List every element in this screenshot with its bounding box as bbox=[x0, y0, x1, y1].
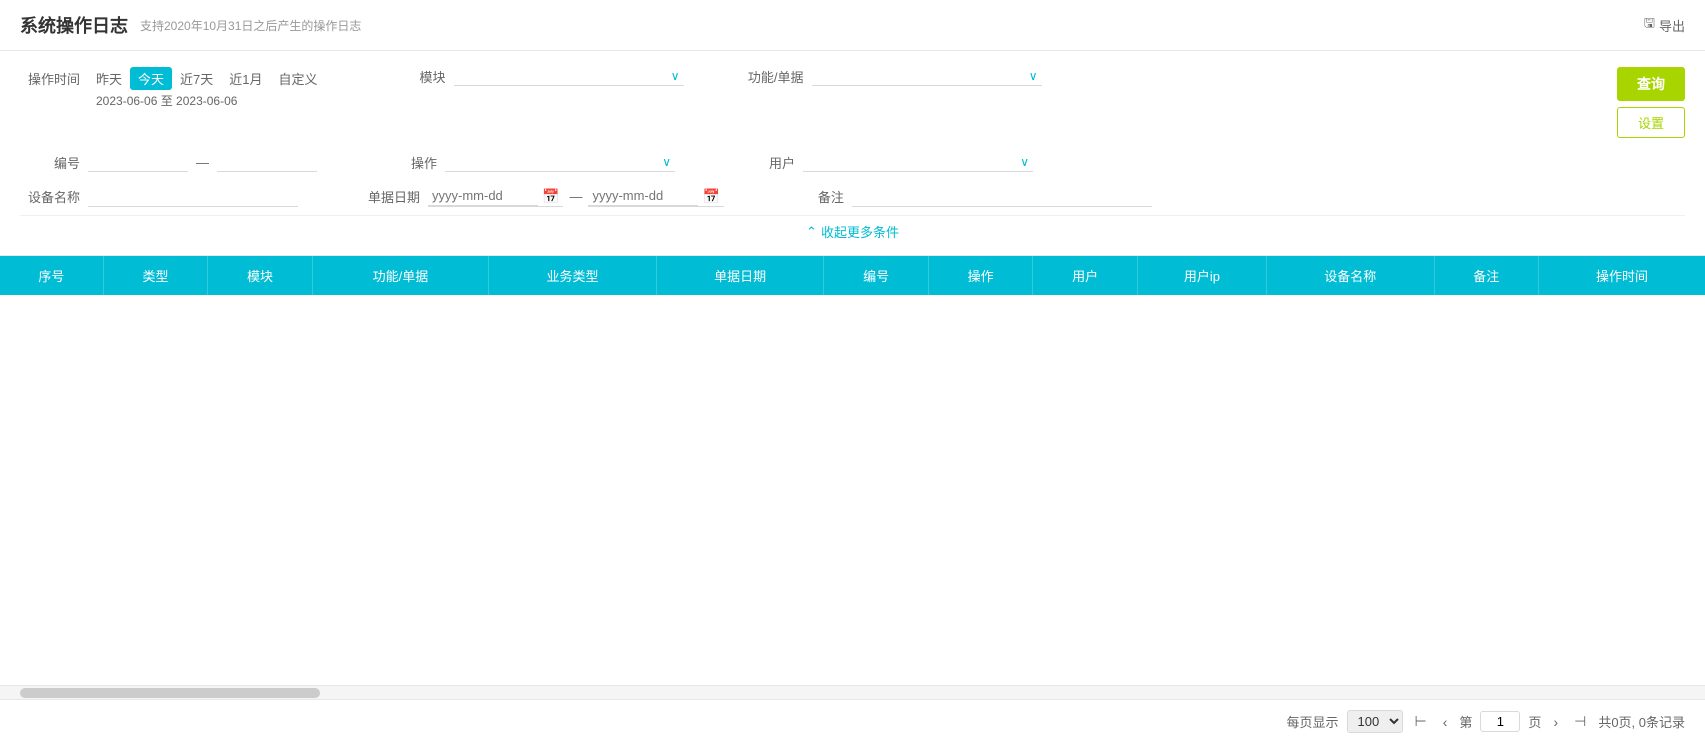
date-start-input[interactable] bbox=[428, 186, 538, 206]
time-btn-1month[interactable]: 近1月 bbox=[221, 67, 270, 90]
col-op-time: 操作时间 bbox=[1539, 256, 1705, 295]
total-info: 共0页, 0条记录 bbox=[1598, 712, 1685, 731]
per-page-select[interactable]: 100 50 200 bbox=[1347, 710, 1403, 733]
table-section: 序号 类型 模块 功能/单据 业务类型 单据日期 编号 操作 用户 用户ip 设… bbox=[0, 256, 1705, 685]
per-page-label: 每页显示 bbox=[1287, 712, 1339, 731]
page-label: 第 bbox=[1459, 712, 1472, 731]
calendar-end-icon[interactable]: 📅 bbox=[702, 188, 719, 205]
col-operation: 操作 bbox=[928, 256, 1032, 295]
data-table: 序号 类型 模块 功能/单据 业务类型 单据日期 编号 操作 用户 用户ip 设… bbox=[0, 256, 1705, 295]
number-end-input[interactable] bbox=[217, 152, 317, 172]
operation-select[interactable]: ∨ bbox=[445, 153, 675, 172]
page-input[interactable] bbox=[1480, 711, 1520, 732]
page-title: 系统操作日志 bbox=[20, 12, 128, 38]
col-type: 类型 bbox=[103, 256, 207, 295]
time-date-range: 2023-06-06 至 2023-06-06 bbox=[96, 94, 237, 108]
date-dash: — bbox=[569, 189, 582, 204]
page-subtitle: 支持2020年10月31日之后产生的操作日志 bbox=[140, 17, 361, 34]
col-number: 编号 bbox=[824, 256, 928, 295]
prev-page-button[interactable]: ‹ bbox=[1439, 712, 1452, 732]
date-end-input[interactable] bbox=[588, 186, 698, 206]
device-label: 设备名称 bbox=[20, 187, 80, 206]
header-left: 系统操作日志 支持2020年10月31日之后产生的操作日志 bbox=[20, 12, 361, 38]
collapse-bar: ⌃ 收起更多条件 bbox=[20, 215, 1685, 245]
col-index: 序号 bbox=[0, 256, 103, 295]
user-label: 用户 bbox=[735, 153, 795, 172]
user-select[interactable]: ∨ bbox=[803, 153, 1033, 172]
voucher-date-label: 单据日期 bbox=[360, 187, 420, 206]
last-page-button[interactable]: ⊣ bbox=[1570, 711, 1590, 732]
collapse-arrow-icon: ⌃ bbox=[806, 224, 817, 240]
next-page-button[interactable]: › bbox=[1549, 712, 1562, 732]
function-label: 功能/单据 bbox=[744, 67, 804, 86]
filter-area: 操作时间 昨天 今天 近7天 近1月 自定义 2023-06-06 至 2023… bbox=[0, 51, 1705, 256]
export-button[interactable]: 🖫 导出 bbox=[1644, 14, 1685, 36]
remark-input[interactable] bbox=[852, 187, 1152, 207]
remark-label: 备注 bbox=[784, 187, 844, 206]
user-chevron-icon: ∨ bbox=[1020, 155, 1029, 169]
table-header: 序号 类型 模块 功能/单据 业务类型 单据日期 编号 操作 用户 用户ip 设… bbox=[0, 256, 1705, 295]
device-input[interactable] bbox=[88, 187, 298, 207]
scrollbar-area[interactable] bbox=[0, 685, 1705, 699]
collapse-button[interactable]: ⌃ 收起更多条件 bbox=[806, 222, 899, 241]
operation-label: 操作 bbox=[377, 153, 437, 172]
module-select[interactable]: ∨ bbox=[454, 67, 684, 86]
query-button[interactable]: 查询 bbox=[1617, 67, 1685, 101]
time-btn-7days[interactable]: 近7天 bbox=[172, 67, 221, 90]
range-dash: — bbox=[196, 155, 209, 170]
module-chevron-icon: ∨ bbox=[671, 69, 680, 83]
col-business-type: 业务类型 bbox=[489, 256, 657, 295]
col-voucher-date: 单据日期 bbox=[656, 256, 824, 295]
date-end-wrap: 📅 bbox=[588, 186, 723, 207]
collapse-label: 收起更多条件 bbox=[821, 222, 899, 241]
col-module: 模块 bbox=[208, 256, 312, 295]
settings-button[interactable]: 设置 bbox=[1617, 107, 1685, 138]
col-user-ip: 用户ip bbox=[1137, 256, 1266, 295]
time-btn-custom[interactable]: 自定义 bbox=[271, 67, 326, 90]
date-start-wrap: 📅 bbox=[428, 186, 563, 207]
col-user: 用户 bbox=[1033, 256, 1137, 295]
col-function: 功能/单据 bbox=[312, 256, 488, 295]
number-label: 编号 bbox=[20, 153, 80, 172]
page-header: 系统操作日志 支持2020年10月31日之后产生的操作日志 🖫 导出 bbox=[0, 0, 1705, 51]
page-unit: 页 bbox=[1528, 712, 1541, 731]
calendar-start-icon[interactable]: 📅 bbox=[542, 188, 559, 205]
col-device: 设备名称 bbox=[1266, 256, 1434, 295]
operation-chevron-icon: ∨ bbox=[662, 155, 671, 169]
pagination-bar: 每页显示 100 50 200 ⊢ ‹ 第 页 › ⊣ 共0页, 0条记录 bbox=[0, 699, 1705, 743]
function-chevron-icon: ∨ bbox=[1029, 69, 1038, 83]
number-start-input[interactable] bbox=[88, 152, 188, 172]
number-range: — bbox=[88, 152, 317, 172]
time-btn-today[interactable]: 今天 bbox=[130, 67, 172, 90]
export-icon: 🖫 bbox=[1644, 14, 1655, 36]
module-label: 模块 bbox=[386, 67, 446, 86]
function-select[interactable]: ∨ bbox=[812, 67, 1042, 86]
scrollbar-thumb bbox=[20, 688, 320, 698]
first-page-button[interactable]: ⊢ bbox=[1411, 711, 1431, 732]
time-label: 操作时间 bbox=[20, 69, 80, 88]
col-remark: 备注 bbox=[1434, 256, 1538, 295]
time-btn-yesterday[interactable]: 昨天 bbox=[88, 67, 130, 90]
table-header-row: 序号 类型 模块 功能/单据 业务类型 单据日期 编号 操作 用户 用户ip 设… bbox=[0, 256, 1705, 295]
export-label: 导出 bbox=[1659, 16, 1685, 35]
